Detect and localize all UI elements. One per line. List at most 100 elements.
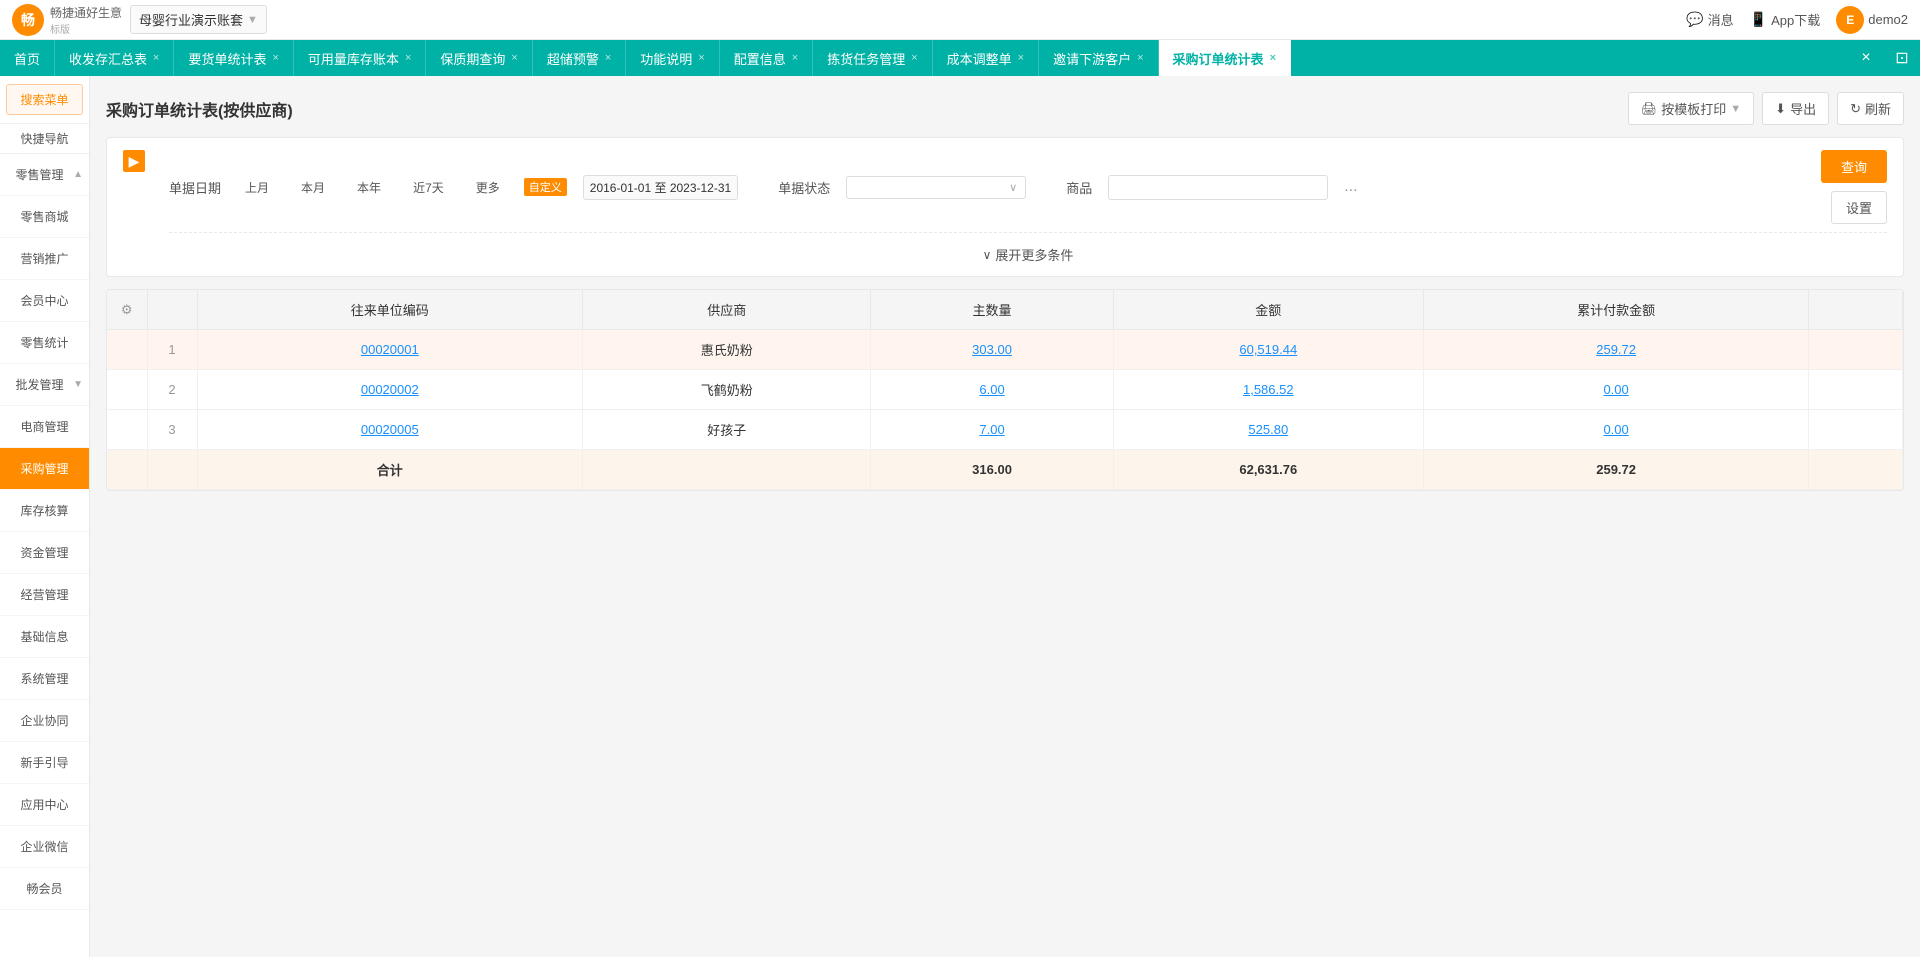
sidebar-item-wholesale-mgmt-label: 批发管理 [6,376,73,393]
sidebar-item-app-center-label: 应用中心 [6,796,83,813]
tab-func-desc-close[interactable]: × [698,52,704,64]
tab-pick-task[interactable]: 拣货任务管理 × [813,40,932,76]
tab-config-info[interactable]: 配置信息 × [720,40,813,76]
sidebar-item-app-center[interactable]: 应用中心 [0,784,89,826]
row1-paid-amount-link[interactable]: 259.72 [1596,342,1636,357]
print-button[interactable]: 🖨 按模板打印 ▼ [1628,92,1754,125]
row2-paid-amount-link[interactable]: 0.00 [1603,382,1628,397]
tab-inventory-ledger[interactable]: 可用量库存账本 × [294,40,426,76]
col-amount-header: 金额 [1113,290,1423,330]
sidebar-item-ecommerce[interactable]: 电商管理 [0,406,89,448]
filter-toggle-button[interactable]: ▶ [123,150,145,172]
tab-home[interactable]: 首页 [0,40,55,76]
table-settings-icon[interactable]: ⚙ [121,302,133,317]
tab-invite-downstream-label: 邀请下游客户 [1053,49,1131,68]
sidebar-item-sys-mgmt[interactable]: 系统管理 [0,658,89,700]
row1-paid-amount: 259.72 [1423,330,1809,370]
sidebar-item-member-center[interactable]: 会员中心 [0,280,89,322]
user-action[interactable]: E demo2 [1836,6,1908,34]
user-initial: E [1846,13,1854,27]
sidebar-item-purchase-mgmt[interactable]: 采购管理 [0,448,89,490]
sidebar-item-vip-member[interactable]: 畅会员 [0,868,89,910]
tab-invite-downstream[interactable]: 邀请下游客户 × [1039,40,1158,76]
row2-supplier: 飞鹤奶粉 [583,370,871,410]
sidebar-item-basic-info[interactable]: 基础信息 [0,616,89,658]
sidebar-item-new-guide[interactable]: 新手引导 [0,742,89,784]
workspace-selector[interactable]: 母婴行业演示账套 ▼ [130,5,267,34]
row1-quantity-link[interactable]: 303.00 [972,342,1012,357]
row1-amount-link[interactable]: 60,519.44 [1239,342,1297,357]
status-select[interactable]: ∨ [846,176,1026,199]
date-shortcut-7days[interactable]: 近7天 [405,177,452,198]
goods-input[interactable] [1108,175,1328,200]
sidebar-item-vip-member-label: 畅会员 [6,880,83,897]
sidebar-item-corp-collab[interactable]: 企业协同 [0,700,89,742]
date-shortcut-this-month[interactable]: 本月 [293,177,333,198]
tab-goods-stats-close[interactable]: × [272,52,278,64]
tab-over-stock-close[interactable]: × [605,52,611,64]
message-action[interactable]: 💬 消息 [1686,10,1733,29]
tab-warranty-query[interactable]: 保质期查询 × [426,40,532,76]
settings-button[interactable]: 设置 [1831,191,1887,224]
sidebar-item-finance-mgmt-label: 资金管理 [6,544,83,561]
footer-quantity-cell: 316.00 [871,450,1113,490]
sidebar-item-ops-mgmt[interactable]: 经营管理 [0,574,89,616]
tab-receive-send[interactable]: 收发存汇总表 × [55,40,174,76]
row3-quantity-link[interactable]: 7.00 [979,422,1004,437]
nav-tabs: 首页 收发存汇总表 × 要货单统计表 × 可用量库存账本 × 保质期查询 × 超… [0,40,1920,76]
refresh-button[interactable]: ↻ 刷新 [1837,92,1904,125]
tab-config-info-close[interactable]: × [792,52,798,64]
date-shortcut-last-month[interactable]: 上月 [237,177,277,198]
tab-goods-stats-label: 要货单统计表 [188,49,266,68]
tab-func-desc[interactable]: 功能说明 × [626,40,719,76]
tab-cost-adjust-close[interactable]: × [1018,52,1024,64]
row2-extra [1809,370,1903,410]
col-settings-header: ⚙ [107,290,147,330]
search-menu-button[interactable]: 搜索菜单 [6,84,83,115]
footer-paid-amount-cell: 259.72 [1423,450,1809,490]
tab-over-stock[interactable]: 超储预警 × [533,40,626,76]
tab-cost-adjust[interactable]: 成本调整单 × [933,40,1039,76]
row3-unit-code-link[interactable]: 00020005 [361,422,419,437]
date-range-display[interactable]: 2016-01-01 至 2023-12-31 [583,175,738,200]
tab-purchase-stats[interactable]: 采购订单统计表 × [1159,40,1291,76]
restore-window-button[interactable]: ⊡ [1884,40,1920,76]
export-button[interactable]: ⬇ 导出 [1762,92,1829,125]
date-shortcut-this-year[interactable]: 本年 [349,177,389,198]
row2-unit-code-link[interactable]: 00020002 [361,382,419,397]
sidebar-item-marketing[interactable]: 营销推广 [0,238,89,280]
sidebar-item-retail-shop[interactable]: 零售商城 [0,196,89,238]
row2-unit-code: 00020002 [197,370,583,410]
query-button[interactable]: 查询 [1821,150,1887,183]
close-all-tabs-button[interactable]: × [1848,40,1884,76]
sidebar-item-finance-mgmt[interactable]: 资金管理 [0,532,89,574]
sidebar-item-wholesale-mgmt[interactable]: 批发管理 ▼ [0,364,89,406]
row2-amount: 1,586.52 [1113,370,1423,410]
row2-quantity-link[interactable]: 6.00 [979,382,1004,397]
sidebar-item-retail-mgmt[interactable]: 零售管理 ▲ [0,154,89,196]
tab-receive-send-close[interactable]: × [153,52,159,64]
shortcut-nav-button[interactable]: 快捷导航 [0,124,89,154]
tab-pick-task-close[interactable]: × [911,52,917,64]
sidebar-item-corp-wechat-label: 企业微信 [6,838,83,855]
row3-amount-link[interactable]: 525.80 [1248,422,1288,437]
tab-pick-task-label: 拣货任务管理 [827,49,905,68]
tab-warranty-query-close[interactable]: × [511,52,517,64]
app-download-action[interactable]: 📱 App下载 [1750,10,1821,29]
goods-ellipsis-icon[interactable]: ... [1344,178,1357,196]
row1-index: 1 [147,330,197,370]
content-area: 采购订单统计表(按供应商) 🖨 按模板打印 ▼ ⬇ 导出 ↻ 刷新 [90,76,1920,957]
expand-more-button[interactable]: ∨ 展开更多条件 [169,245,1887,264]
tab-invite-downstream-close[interactable]: × [1137,52,1143,64]
footer-label-cell: 合计 [197,450,583,490]
row2-amount-link[interactable]: 1,586.52 [1243,382,1294,397]
row1-unit-code-link[interactable]: 00020001 [361,342,419,357]
sidebar-item-inventory-check[interactable]: 库存核算 [0,490,89,532]
tab-inventory-ledger-close[interactable]: × [405,52,411,64]
row3-paid-amount-link[interactable]: 0.00 [1603,422,1628,437]
sidebar-item-corp-wechat[interactable]: 企业微信 [0,826,89,868]
tab-purchase-stats-close[interactable]: × [1270,52,1276,64]
date-shortcut-more[interactable]: 更多 [468,177,508,198]
sidebar-item-retail-stats[interactable]: 零售统计 [0,322,89,364]
tab-goods-stats[interactable]: 要货单统计表 × [174,40,293,76]
